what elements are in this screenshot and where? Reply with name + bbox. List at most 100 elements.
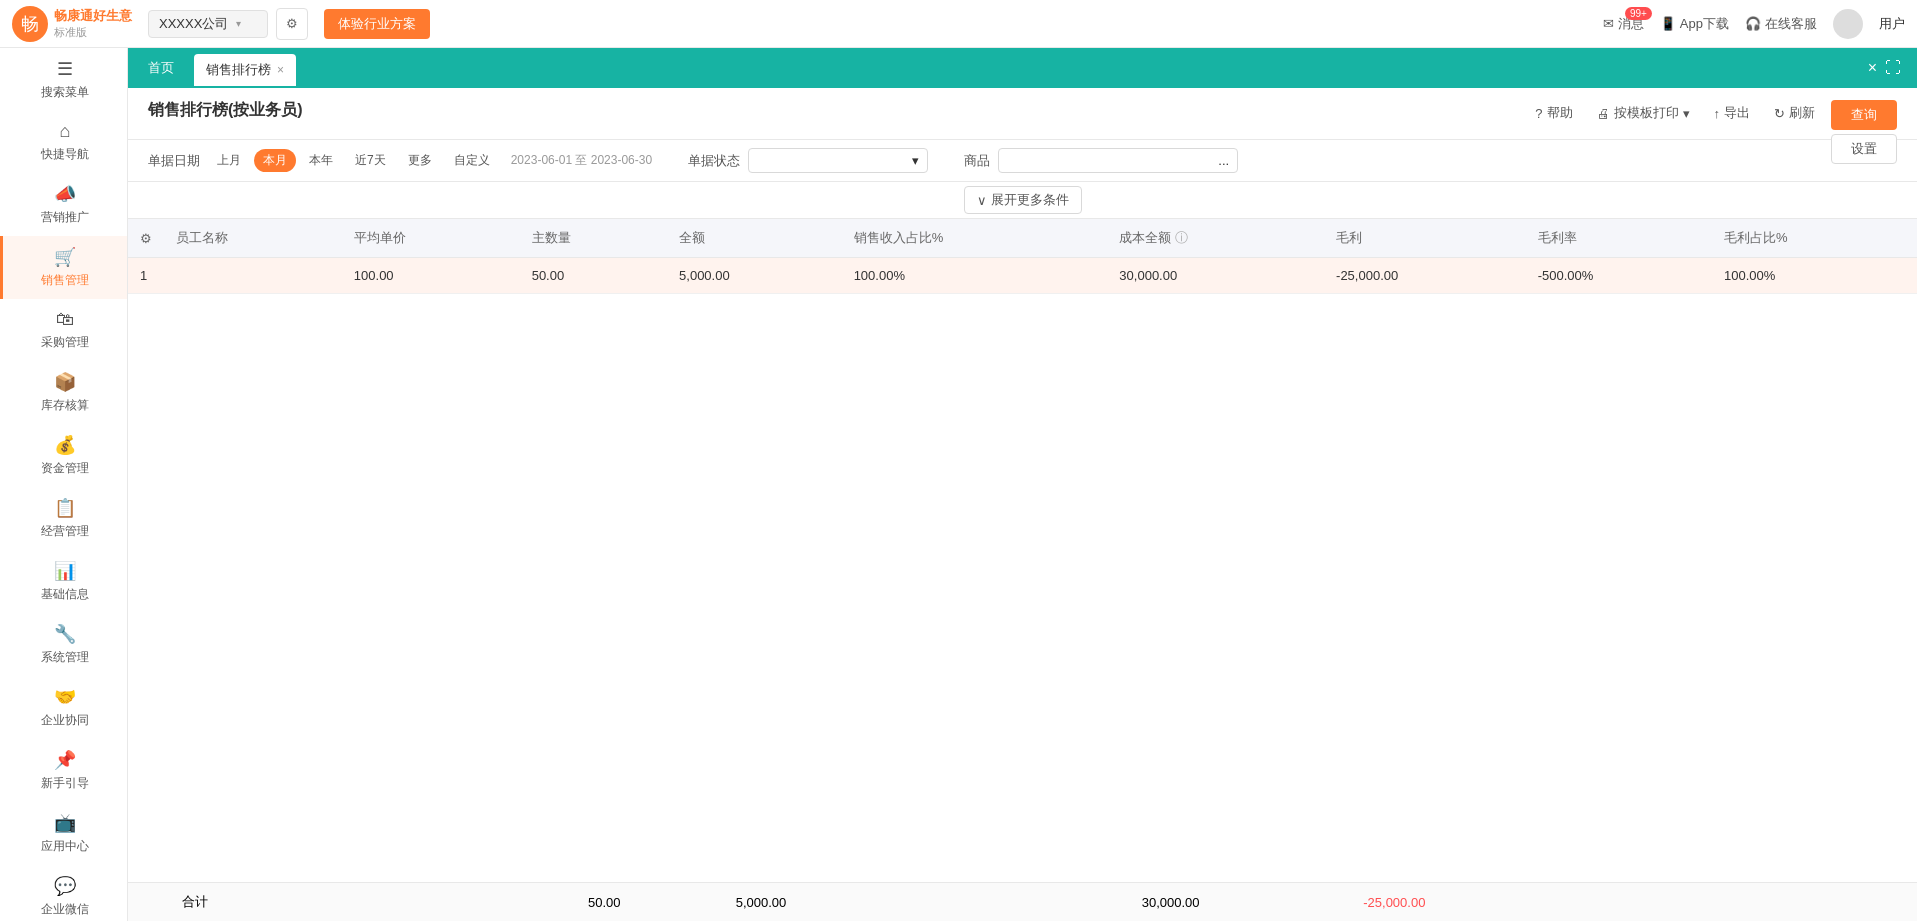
- settings-icon[interactable]: ⚙: [276, 8, 308, 40]
- sidebar: ☰ 搜索菜单 ⌂ 快捷导航 📣 营销推广 🛒 销售管理 🛍 采购管理 📦 库: [0, 48, 128, 921]
- col-settings-icon[interactable]: ⚙: [140, 231, 152, 246]
- online-support-button[interactable]: 🎧 在线客服: [1745, 15, 1817, 33]
- status-chevron-icon: ▾: [912, 153, 919, 168]
- tab-bar: 首页 销售排行榜 × × ⛶: [128, 48, 1917, 88]
- footer-cost: 30,000.00: [1130, 893, 1351, 911]
- status-filter-label: 单据状态: [688, 152, 740, 170]
- status-dropdown[interactable]: ▾: [748, 148, 928, 173]
- main-area: ☰ 搜索菜单 ⌂ 快捷导航 📣 营销推广 🛒 销售管理 🛍 采购管理 📦 库: [0, 48, 1917, 921]
- message-icon: ✉: [1603, 16, 1614, 31]
- cell-cost: 30,000.00: [1107, 258, 1324, 294]
- chevron-down-icon: ▾: [236, 18, 241, 29]
- col-cost: 成本全额 ⓘ: [1107, 219, 1324, 258]
- help-label: 帮助: [1547, 104, 1573, 122]
- sidebar-label-collab: 企业协同: [41, 712, 89, 729]
- footer-amount: 5,000.00: [724, 893, 909, 911]
- sidebar-item-collab[interactable]: 🤝 企业协同: [0, 676, 127, 739]
- sidebar-item-quicknav[interactable]: ⌂ 快捷导航: [0, 111, 127, 173]
- col-avg-price: 平均单价: [342, 219, 520, 258]
- online-support-label: 在线客服: [1765, 15, 1817, 33]
- handshake-icon: 🤝: [54, 686, 76, 708]
- sidebar-label-purchase: 采购管理: [41, 334, 89, 351]
- col-settings[interactable]: ⚙: [128, 219, 164, 258]
- goods-input[interactable]: ...: [998, 148, 1238, 173]
- sidebar-label-operations: 经营管理: [41, 523, 89, 540]
- date-custom[interactable]: 自定义: [445, 149, 499, 172]
- cost-info-icon[interactable]: ⓘ: [1175, 230, 1188, 245]
- trial-button[interactable]: 体验行业方案: [324, 9, 430, 39]
- sidebar-item-appcenter[interactable]: 📺 应用中心: [0, 802, 127, 865]
- app-download-label: App下载: [1680, 15, 1729, 33]
- footer-sales-pct: [908, 893, 1129, 911]
- col-qty: 主数量: [520, 219, 667, 258]
- sidebar-item-basicinfo[interactable]: 📊 基础信息: [0, 550, 127, 613]
- print-button[interactable]: 🖨 按模板打印 ▾: [1589, 100, 1698, 126]
- cell-rank: 1: [128, 258, 164, 294]
- export-label: 导出: [1724, 104, 1750, 122]
- sidebar-item-sales[interactable]: 🛒 销售管理: [0, 236, 127, 299]
- date-filter-label: 单据日期: [148, 152, 200, 170]
- expand-conditions-button[interactable]: ∨ 展开更多条件: [964, 186, 1082, 214]
- cell-gross-pct: 100.00%: [1712, 258, 1917, 294]
- cell-qty: 50.00: [520, 258, 667, 294]
- page-header: 销售排行榜(按业务员) ? 帮助 🖨 按模板打印 ▾: [128, 88, 1917, 140]
- refresh-button[interactable]: ↻ 刷新: [1766, 100, 1823, 126]
- logo-area: 畅 畅康通好生意 标准版: [12, 6, 132, 42]
- tab-sales-rank[interactable]: 销售排行榜 ×: [194, 54, 296, 86]
- goods-more-icon[interactable]: ...: [1218, 153, 1229, 168]
- page-content: 销售排行榜(按业务员) ? 帮助 🖨 按模板打印 ▾: [128, 88, 1917, 921]
- tab-home[interactable]: 首页: [132, 48, 190, 88]
- user-avatar[interactable]: [1833, 9, 1863, 39]
- col-gross-rate: 毛利率: [1526, 219, 1712, 258]
- col-gross: 毛利: [1324, 219, 1526, 258]
- page-settings-button[interactable]: 设置: [1831, 134, 1897, 164]
- sidebar-item-marketing[interactable]: 📣 营销推广: [0, 173, 127, 236]
- sidebar-item-guide[interactable]: 📌 新手引导: [0, 739, 127, 802]
- bag-icon: 🛍: [56, 309, 74, 330]
- box-icon: 📦: [54, 371, 76, 393]
- app-download-button[interactable]: 📱 App下载: [1660, 15, 1729, 33]
- date-this-month[interactable]: 本月: [254, 149, 296, 172]
- sidebar-label-marketing: 营销推广: [41, 209, 89, 226]
- date-more[interactable]: 更多: [399, 149, 441, 172]
- date-7days[interactable]: 近7天: [346, 149, 395, 172]
- company-selector[interactable]: XXXXX公司 ▾: [148, 10, 268, 38]
- tab-close-icon[interactable]: ×: [277, 63, 284, 77]
- sidebar-item-inventory[interactable]: 📦 库存核算: [0, 361, 127, 424]
- print-dropdown-icon: ▾: [1683, 106, 1690, 121]
- sidebar-item-wechat[interactable]: 💬 企业微信: [0, 865, 127, 921]
- money-icon: 💰: [54, 434, 76, 456]
- message-button[interactable]: ✉ 消息 99+: [1603, 15, 1644, 33]
- sidebar-label-guide: 新手引导: [41, 775, 89, 792]
- search-menu-icon: ☰: [57, 58, 73, 80]
- tv-icon: 📺: [54, 812, 76, 834]
- sidebar-item-search[interactable]: ☰ 搜索菜单: [0, 48, 127, 111]
- date-last-month[interactable]: 上月: [208, 149, 250, 172]
- app-subtitle: 标准版: [54, 25, 132, 40]
- top-right-actions: ✉ 消息 99+ 📱 App下载 🎧 在线客服 用户: [1603, 9, 1905, 39]
- app-title: 畅康通好生意: [54, 7, 132, 25]
- help-button[interactable]: ? 帮助: [1527, 100, 1580, 126]
- query-button[interactable]: 查询: [1831, 100, 1897, 130]
- window-close-icon[interactable]: ×: [1868, 59, 1877, 77]
- sidebar-item-purchase[interactable]: 🛍 采购管理: [0, 299, 127, 361]
- export-icon: ↑: [1714, 106, 1721, 121]
- sidebar-label-search: 搜索菜单: [41, 84, 89, 101]
- expand-conditions-row: ∨ 展开更多条件: [128, 182, 1917, 219]
- megaphone-icon: 📣: [54, 183, 76, 205]
- sidebar-label-appcenter: 应用中心: [41, 838, 89, 855]
- footer-gross-rate: [1536, 893, 1721, 911]
- sidebar-item-finance[interactable]: 💰 资金管理: [0, 424, 127, 487]
- table-area: ⚙ 员工名称 平均单价 主数量 全额 销售收入占比% 成本全额 ⓘ 毛: [128, 219, 1917, 882]
- export-button[interactable]: ↑ 导出: [1706, 100, 1759, 126]
- sidebar-item-sysadmin[interactable]: 🔧 系统管理: [0, 613, 127, 676]
- goods-filter-label: 商品: [964, 152, 990, 170]
- chart-icon: 📊: [54, 560, 76, 582]
- sidebar-label-finance: 资金管理: [41, 460, 89, 477]
- print-icon: 🖨: [1597, 106, 1610, 121]
- date-this-year[interactable]: 本年: [300, 149, 342, 172]
- window-maximize-icon[interactable]: ⛶: [1885, 59, 1901, 77]
- sidebar-item-operations[interactable]: 📋 经营管理: [0, 487, 127, 550]
- table-footer: 合计 50.00 5,000.00 30,000.00 -25,000.00: [128, 882, 1917, 921]
- date-range-display: 2023-06-01 至 2023-06-30: [511, 152, 652, 169]
